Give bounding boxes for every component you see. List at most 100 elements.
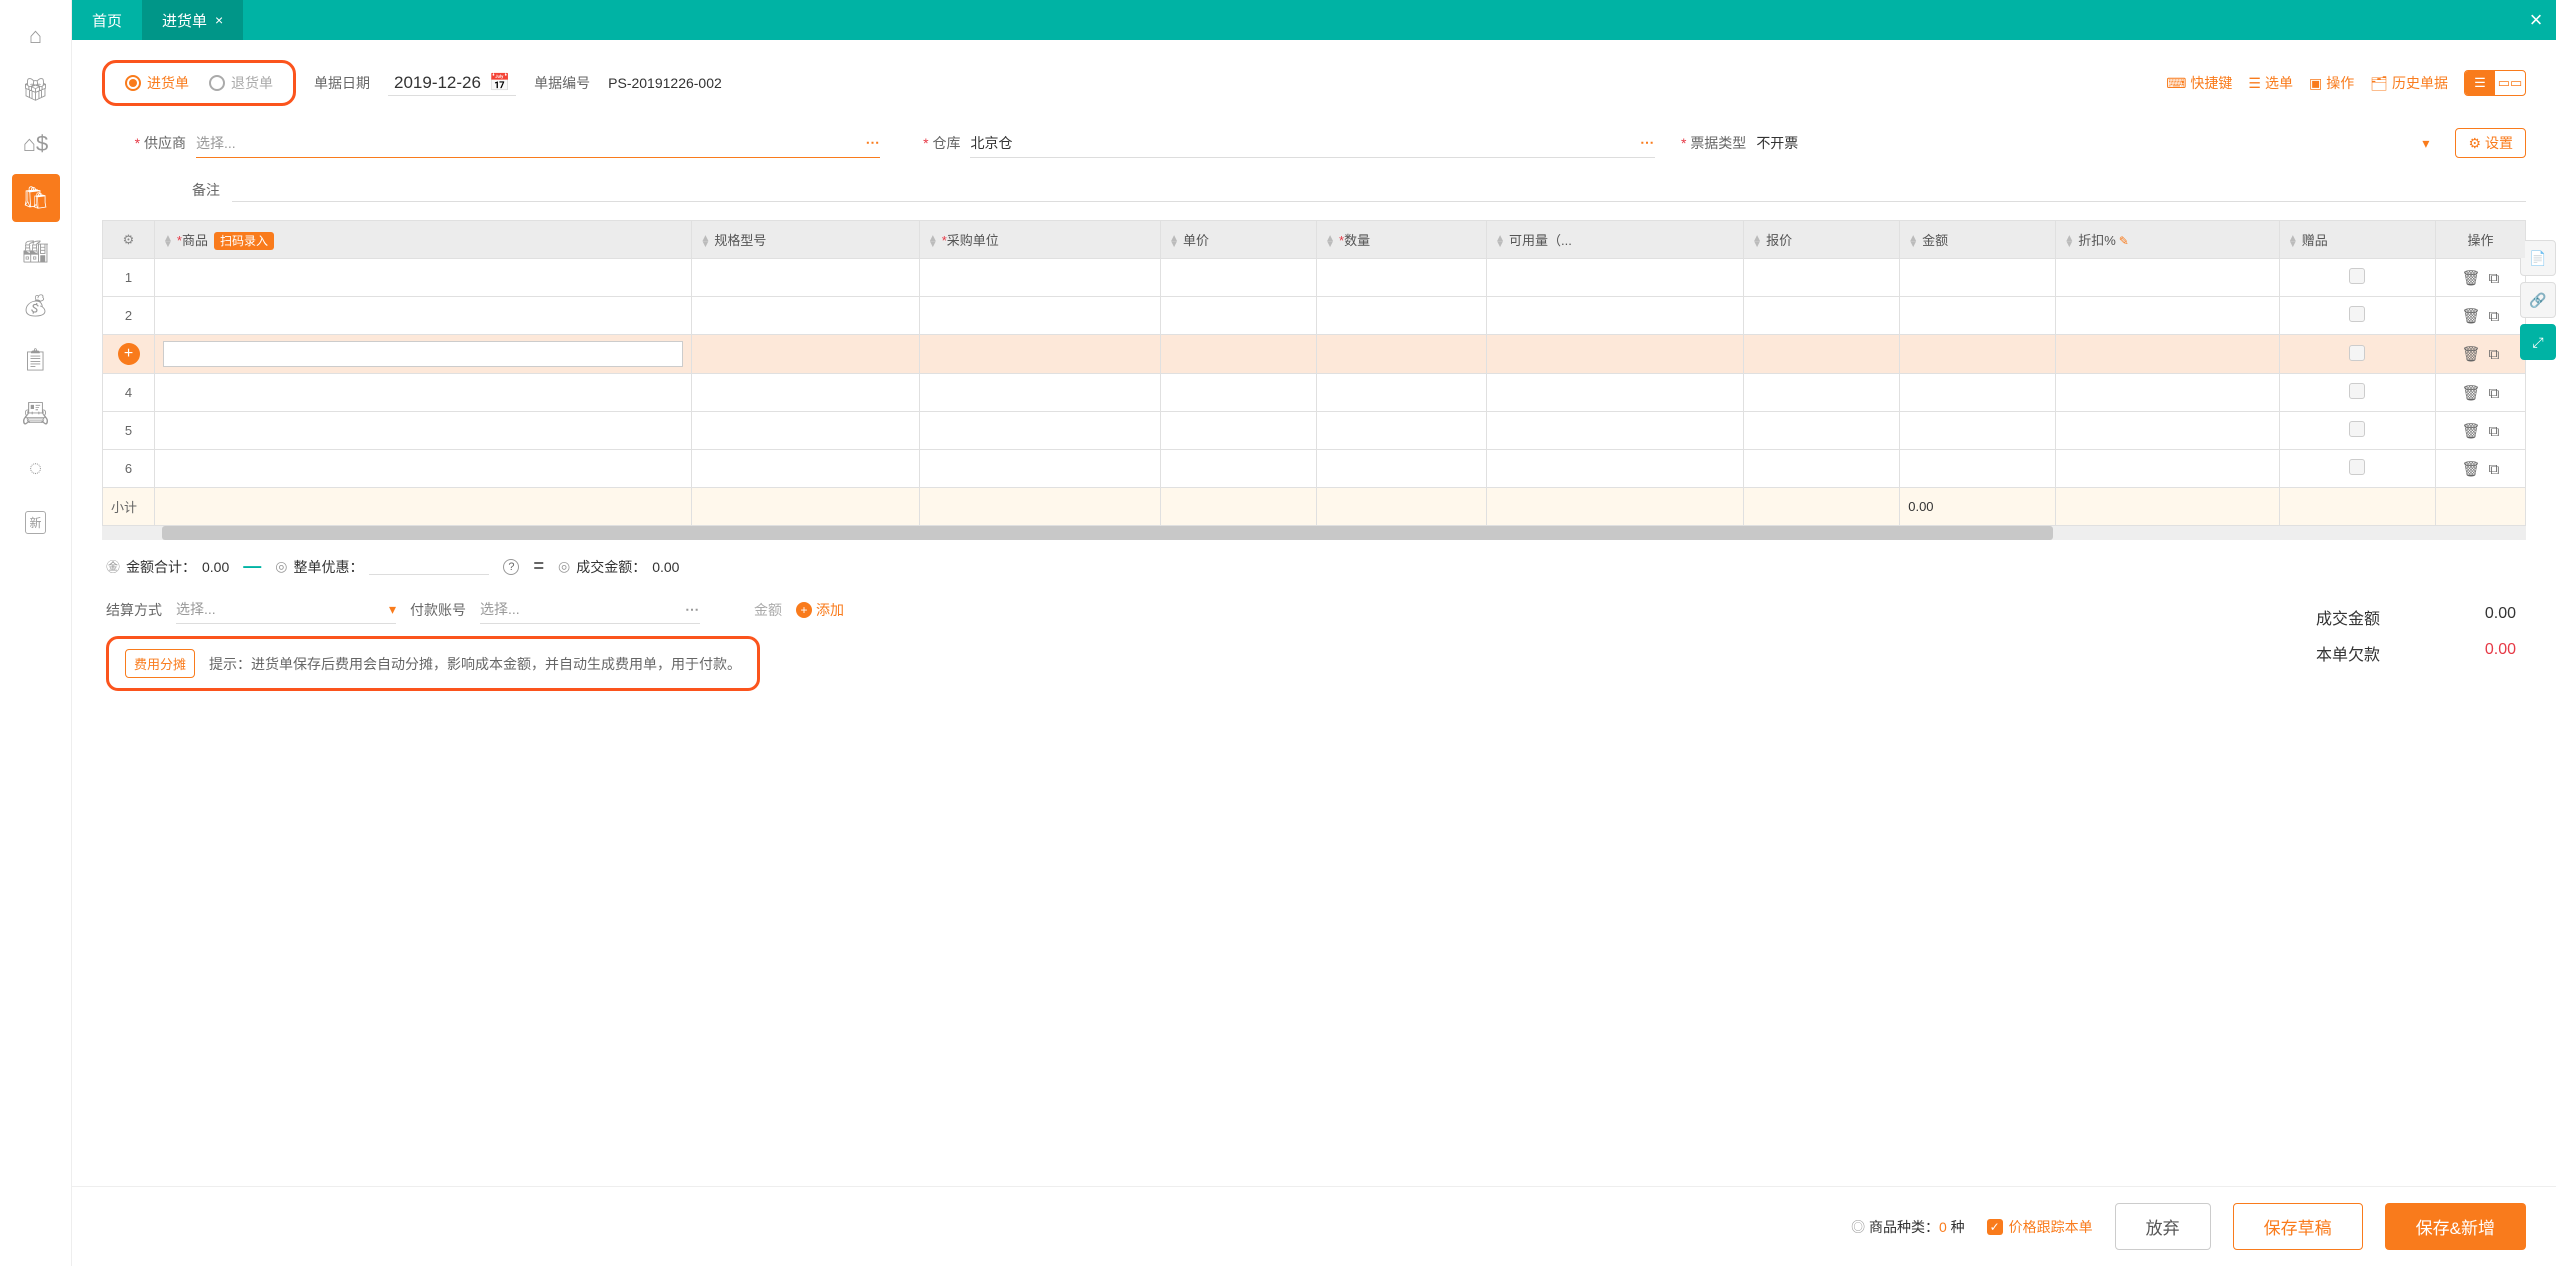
yen-icon: ㊎ bbox=[106, 557, 120, 577]
left-sidebar: ⌂ 🎁︎ ⌂$ 🛍︎ 🏭︎ 💰︎ 📋︎ 📇︎ ◌ 新 bbox=[0, 0, 72, 1266]
pay-method-select[interactable]: 选择...▾ bbox=[176, 595, 396, 624]
kinds-icon: ◎ bbox=[1851, 1219, 1865, 1235]
summary-deal-label: 成交金额 bbox=[2316, 605, 2380, 629]
view-grid-button[interactable]: ▭▭ bbox=[2495, 71, 2525, 95]
operation-link[interactable]: ▣ 操作 bbox=[2309, 73, 2354, 93]
whole-discount-input[interactable] bbox=[369, 559, 489, 575]
row-copy-icon[interactable]: ⧉ bbox=[2489, 461, 2500, 478]
table-row[interactable]: 1🗑⧉ bbox=[103, 259, 2526, 297]
radio-purchase-in[interactable]: 进货单 bbox=[125, 73, 189, 93]
scan-entry-button[interactable]: 扫码录入 bbox=[214, 232, 274, 250]
equals-icon: = bbox=[533, 556, 544, 577]
col-gift[interactable]: ▲▼赠品 bbox=[2279, 221, 2435, 259]
pay-amount-label: 金额 bbox=[754, 600, 782, 620]
remark-label: 备注 bbox=[192, 180, 220, 200]
doc-date-input[interactable]: 2019-12-26📅 bbox=[388, 71, 516, 96]
col-product[interactable]: ▲▼*商品扫码录入 bbox=[155, 221, 692, 259]
gift-checkbox[interactable] bbox=[2349, 383, 2365, 399]
row-delete-icon[interactable]: 🗑 bbox=[2462, 308, 2481, 325]
subtotal-row: 小计 0.00 bbox=[103, 488, 2526, 526]
shortcut-link[interactable]: ⌨ 快捷键 bbox=[2166, 73, 2232, 93]
col-quote[interactable]: ▲▼报价 bbox=[1744, 221, 1900, 259]
product-cell-input[interactable] bbox=[163, 341, 683, 367]
row-delete-icon[interactable]: 🗑 bbox=[2462, 461, 2481, 478]
tab-home[interactable]: 首页 bbox=[72, 0, 142, 40]
pay-account-select[interactable]: 选择...⋯ bbox=[480, 595, 700, 624]
save-draft-button[interactable]: 保存草稿 bbox=[2233, 1203, 2363, 1250]
sum-label: 金额合计： bbox=[126, 557, 196, 577]
price-track-checkbox[interactable]: ✓价格跟踪本单 bbox=[1987, 1217, 2093, 1237]
table-row[interactable]: 2🗑⧉ bbox=[103, 297, 2526, 335]
row-copy-icon[interactable]: ⧉ bbox=[2489, 308, 2500, 325]
tab-close-icon[interactable]: × bbox=[215, 12, 223, 28]
rail-link-icon[interactable]: 🔗 bbox=[2520, 282, 2556, 318]
nav-home-icon[interactable]: ⌂ bbox=[12, 12, 60, 60]
save-new-button[interactable]: 保存&新增 bbox=[2385, 1203, 2526, 1250]
col-spec[interactable]: ▲▼规格型号 bbox=[692, 221, 919, 259]
row-copy-icon[interactable]: ⧉ bbox=[2489, 385, 2500, 402]
row-copy-icon[interactable]: ⧉ bbox=[2489, 270, 2500, 287]
row-delete-icon[interactable]: 🗑 bbox=[2462, 385, 2481, 402]
tabbar-close-icon[interactable]: × bbox=[2516, 0, 2556, 40]
nav-finance-icon[interactable]: 💰︎ bbox=[12, 282, 60, 330]
row-delete-icon[interactable]: 🗑 bbox=[2462, 270, 2481, 287]
add-payment-button[interactable]: +添加 bbox=[796, 600, 844, 620]
fee-hint: 提示：进货单保存后费用会自动分摊，影响成本金额，并自动生成费用单，用于付款。 bbox=[209, 654, 741, 674]
add-row-icon[interactable]: + bbox=[118, 343, 140, 365]
nav-purchase-icon[interactable]: 🛍︎ bbox=[12, 174, 60, 222]
nav-gift-icon[interactable]: 🎁︎ bbox=[12, 66, 60, 114]
kinds-count: 0 bbox=[1939, 1219, 1947, 1235]
ticket-type-select[interactable]: 不开票▾ bbox=[1756, 129, 2429, 157]
nav-sync-icon[interactable]: ◌ bbox=[12, 444, 60, 492]
pay-method-label: 结算方式 bbox=[106, 600, 162, 620]
col-price[interactable]: ▲▼单价 bbox=[1161, 221, 1317, 259]
kinds-label: 商品种类： bbox=[1869, 1219, 1939, 1235]
table-row[interactable]: + 🗑 ⧉ bbox=[103, 335, 2526, 374]
remark-input[interactable] bbox=[232, 178, 2526, 202]
fee-allocation-button[interactable]: 费用分摊 bbox=[125, 649, 195, 678]
gift-checkbox[interactable] bbox=[2349, 459, 2365, 475]
whole-discount-label: 整单优惠： bbox=[293, 557, 363, 577]
gift-checkbox[interactable] bbox=[2349, 306, 2365, 322]
table-row[interactable]: 6🗑⧉ bbox=[103, 450, 2526, 488]
rail-expand-icon[interactable]: ⤢ bbox=[2520, 324, 2556, 360]
history-link[interactable]: 🗂 历史单据 bbox=[2370, 73, 2448, 93]
table-row[interactable]: 5🗑⧉ bbox=[103, 412, 2526, 450]
edit-discount-icon[interactable]: ✎ bbox=[2119, 234, 2129, 248]
deal-label: 成交金额： bbox=[576, 557, 646, 577]
col-qty[interactable]: ▲▼*数量 bbox=[1317, 221, 1487, 259]
col-unit[interactable]: ▲▼*采购单位 bbox=[919, 221, 1160, 259]
pick-order-link[interactable]: ☰ 选单 bbox=[2248, 73, 2293, 93]
supplier-select[interactable]: 选择...⋯ bbox=[196, 129, 880, 158]
tab-purchase[interactable]: 进货单× bbox=[142, 0, 243, 40]
nav-contacts-icon[interactable]: 📇︎ bbox=[12, 390, 60, 438]
row-delete-icon[interactable]: 🗑 bbox=[2462, 346, 2481, 363]
settings-button[interactable]: ⚙ 设置 bbox=[2455, 128, 2526, 158]
calendar-icon[interactable]: 📅 bbox=[489, 73, 510, 93]
col-discount[interactable]: ▲▼折扣%✎ bbox=[2056, 221, 2280, 259]
row-copy-icon[interactable]: ⧉ bbox=[2489, 346, 2500, 363]
gift-checkbox[interactable] bbox=[2349, 268, 2365, 284]
row-delete-icon[interactable]: 🗑 bbox=[2462, 423, 2481, 440]
gift-checkbox[interactable] bbox=[2349, 345, 2365, 361]
table-row[interactable]: 4🗑⧉ bbox=[103, 374, 2526, 412]
summary-deal-value: 0.00 bbox=[2485, 605, 2516, 629]
nav-price-icon[interactable]: ⌂$ bbox=[12, 120, 60, 168]
radio-purchase-return[interactable]: 退货单 bbox=[209, 73, 273, 93]
view-list-button[interactable]: ☰ bbox=[2465, 71, 2495, 95]
nav-report-icon[interactable]: 📋︎ bbox=[12, 336, 60, 384]
col-avail[interactable]: ▲▼可用量（... bbox=[1487, 221, 1744, 259]
warehouse-select[interactable]: 北京仓⋯ bbox=[970, 129, 1654, 158]
nav-new-icon[interactable]: 新 bbox=[12, 498, 60, 546]
discard-button[interactable]: 放弃 bbox=[2115, 1203, 2211, 1250]
horizontal-scrollbar[interactable] bbox=[102, 526, 2526, 540]
percent-icon: ◎ bbox=[275, 558, 287, 575]
minus-icon: — bbox=[243, 556, 261, 577]
row-copy-icon[interactable]: ⧉ bbox=[2489, 423, 2500, 440]
col-amount[interactable]: ▲▼金额 bbox=[1900, 221, 2056, 259]
nav-stock-icon[interactable]: 🏭︎ bbox=[12, 228, 60, 276]
summary-box: 成交金额0.00 本单欠款0.00 bbox=[2306, 595, 2526, 691]
gift-checkbox[interactable] bbox=[2349, 421, 2365, 437]
help-icon[interactable]: ? bbox=[503, 559, 519, 575]
col-config-icon[interactable]: ⚙ bbox=[103, 221, 155, 259]
